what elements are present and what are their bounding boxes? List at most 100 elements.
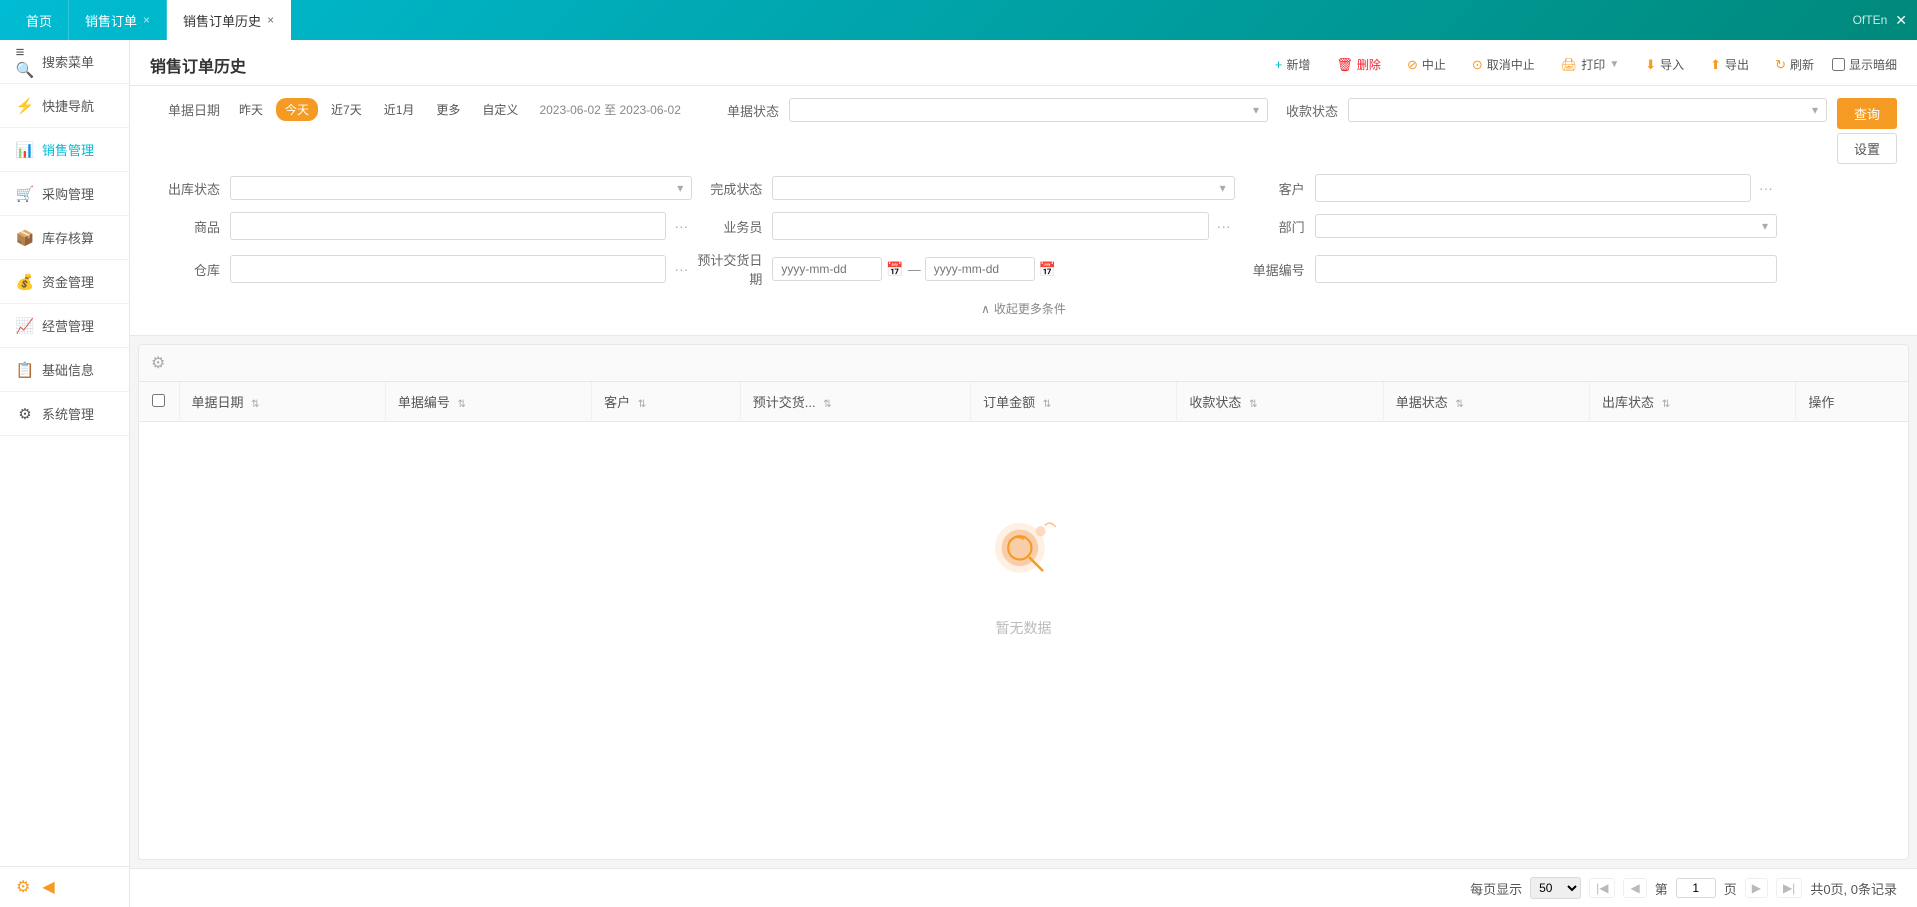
sort-no-icon[interactable]: ⇅ [457, 399, 465, 410]
tab-sales-order-label: 销售订单 [85, 11, 137, 30]
sort-delivery-icon[interactable]: ⇅ [823, 399, 831, 410]
sidebar-item-sales-mgmt[interactable]: 📊 销售管理 [0, 128, 129, 172]
table-toolbar-row: ⚙ [139, 345, 1908, 382]
sidebar-item-operations[interactable]: 📈 经营管理 [0, 304, 129, 348]
pagination: 每页显示 50 10 20 100 |◀ ◀ 第 页 ▶ ▶| 共0页, 0条记… [130, 868, 1917, 907]
collapse-sidebar-icon[interactable]: ◀ [42, 877, 54, 897]
sort-receipt-icon[interactable]: ⇅ [1249, 399, 1257, 410]
warehouse-label: 仓库 [150, 260, 230, 279]
delivery-date-end-cal[interactable]: 📅 [1039, 261, 1056, 278]
sort-outbound-icon[interactable]: ⇅ [1662, 399, 1670, 410]
delete-button[interactable]: 🗑 删除 [1328, 52, 1389, 77]
page-label-pre: 第 [1655, 879, 1668, 898]
new-label: 新增 [1286, 56, 1310, 73]
new-button[interactable]: + 新增 [1267, 52, 1319, 77]
th-checkbox [139, 382, 179, 422]
tab-sales-order-history[interactable]: 销售订单历史 × [167, 0, 291, 40]
settings-bottom-icon[interactable]: ⚙ [16, 877, 30, 897]
delete-icon: 🗑 [1336, 57, 1353, 73]
set-button[interactable]: 设置 [1837, 133, 1897, 164]
sidebar-item-quick-nav[interactable]: ⚡ 快捷导航 [0, 84, 129, 128]
table-gear-icon[interactable]: ⚙ [151, 353, 165, 373]
warehouse-input[interactable] [230, 255, 666, 283]
sort-date-icon[interactable]: ⇅ [251, 399, 259, 410]
export-button[interactable]: ⬆ 导出 [1702, 52, 1757, 77]
tab-home-label: 首页 [26, 11, 52, 30]
last-page-btn[interactable]: ▶| [1776, 878, 1802, 898]
delivery-date-start-cal[interactable]: 📅 [886, 261, 903, 278]
date-btn-more[interactable]: 更多 [427, 98, 469, 121]
sort-customer-icon[interactable]: ⇅ [638, 399, 646, 410]
sidebar-item-inventory-label: 库存核算 [42, 228, 94, 247]
doc-no-label: 单据编号 [1235, 260, 1315, 279]
data-table: 单据日期 ⇅ 单据编号 ⇅ 客户 ⇅ 预计交货... [139, 382, 1908, 718]
print-label: 打印 [1581, 56, 1605, 73]
date-btn-custom[interactable]: 自定义 [473, 98, 527, 121]
select-all-checkbox[interactable] [152, 394, 165, 407]
print-button[interactable]: 🖨 打印 ▼ [1553, 52, 1627, 77]
doc-no-input[interactable] [1315, 255, 1777, 283]
sidebar-item-inventory[interactable]: 📦 库存核算 [0, 216, 129, 260]
delivery-date-end[interactable] [925, 257, 1035, 281]
warehouse-dots-btn[interactable]: ··· [670, 257, 692, 281]
dept-chevron: ▾ [1762, 219, 1768, 233]
customer-dots-btn[interactable]: ··· [1755, 176, 1777, 200]
display-cols-checkbox[interactable]: 显示暗细 [1832, 56, 1897, 73]
stop-button[interactable]: ⊘ 中止 [1399, 52, 1454, 77]
sidebar-item-system[interactable]: ⚙ 系统管理 [0, 392, 129, 436]
date-btn-1month[interactable]: 近1月 [375, 98, 424, 121]
top-bar: 首页 销售订单 × 销售订单历史 × OfTEn ✕ [0, 0, 1917, 40]
cancel-stop-button[interactable]: ⊙ 取消中止 [1464, 52, 1543, 77]
th-delivery: 预计交货... ⇅ [740, 382, 970, 422]
main-content: 销售订单历史 + 新增 🗑 删除 ⊘ 中止 ⊙ 取消中止 [130, 40, 1917, 907]
product-dots-btn[interactable]: ··· [670, 214, 692, 238]
date-btn-yesterday[interactable]: 昨天 [230, 98, 272, 121]
new-icon: + [1275, 57, 1283, 72]
date-filter-value: 昨天 今天 近7天 近1月 更多 自定义 2023-06-02 至 2023-0… [230, 98, 709, 121]
page-size-select[interactable]: 50 10 20 100 [1530, 877, 1581, 899]
doc-status-select[interactable]: ▾ [789, 98, 1268, 122]
window-close-btn[interactable]: ✕ [1895, 12, 1907, 29]
page-label-post: 页 [1724, 879, 1737, 898]
import-label: 导入 [1660, 56, 1684, 73]
date-btn-7days[interactable]: 近7天 [322, 98, 371, 121]
brand-label: OfTEn [1853, 13, 1888, 27]
system-icon: ⚙ [16, 405, 34, 423]
table-header-row: 单据日期 ⇅ 单据编号 ⇅ 客户 ⇅ 预计交货... [139, 382, 1908, 422]
complete-status-select[interactable]: ▾ [772, 176, 1234, 200]
prev-page-btn[interactable]: ◀ [1623, 878, 1646, 898]
page-header: 销售订单历史 + 新增 🗑 删除 ⊘ 中止 ⊙ 取消中止 [130, 40, 1917, 86]
refresh-button[interactable]: ↻ 刷新 [1767, 52, 1822, 77]
dept-select[interactable]: ▾ [1315, 214, 1777, 238]
tab-sales-order-history-close[interactable]: × [267, 13, 274, 27]
product-input[interactable] [230, 212, 666, 240]
display-cols-input[interactable] [1832, 58, 1845, 71]
sidebar-item-purchase-mgmt[interactable]: 🛒 采购管理 [0, 172, 129, 216]
delivery-date-start[interactable] [772, 257, 882, 281]
sort-doc-status-icon[interactable]: ⇅ [1455, 399, 1463, 410]
import-button[interactable]: ⬇ 导入 [1637, 52, 1692, 77]
tab-sales-order-close[interactable]: × [143, 13, 150, 27]
first-page-btn[interactable]: |◀ [1589, 878, 1615, 898]
tab-home[interactable]: 首页 [10, 0, 69, 40]
complete-status-label: 完成状态 [692, 179, 772, 198]
doc-status-chevron: ▾ [1253, 103, 1259, 117]
sort-amount-icon[interactable]: ⇅ [1043, 399, 1051, 410]
salesperson-dots-btn[interactable]: ··· [1213, 214, 1235, 238]
query-button[interactable]: 查询 [1837, 98, 1897, 129]
sidebar-item-purchase-mgmt-label: 采购管理 [42, 184, 94, 203]
page-number-input[interactable] [1676, 878, 1716, 898]
customer-input[interactable] [1315, 174, 1751, 202]
collapse-link[interactable]: ∧ 收起更多条件 [150, 294, 1897, 323]
date-btn-today[interactable]: 今天 [276, 98, 318, 121]
salesperson-input[interactable] [772, 212, 1208, 240]
receipt-status-select[interactable]: ▾ [1348, 98, 1827, 122]
sidebar-item-basic-info-label: 基础信息 [42, 360, 94, 379]
outbound-status-chevron: ▾ [677, 181, 683, 195]
sidebar-item-basic-info[interactable]: 📋 基础信息 [0, 348, 129, 392]
sidebar-item-search-menu[interactable]: ≡🔍 搜索菜单 [0, 40, 129, 84]
sidebar-item-finance[interactable]: 💰 资金管理 [0, 260, 129, 304]
tab-sales-order[interactable]: 销售订单 × [69, 0, 167, 40]
outbound-status-select[interactable]: ▾ [230, 176, 692, 200]
next-page-btn[interactable]: ▶ [1745, 878, 1768, 898]
